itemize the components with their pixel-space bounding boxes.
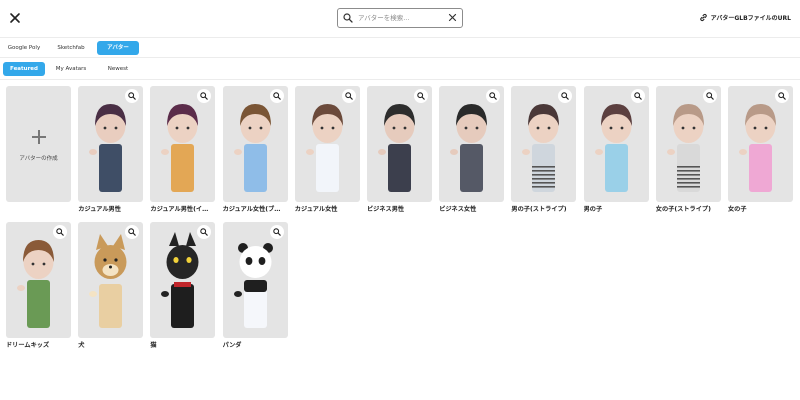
avatar-card[interactable]: カジュアル男性 bbox=[78, 86, 144, 213]
zoom-button[interactable] bbox=[53, 225, 67, 239]
plus-icon bbox=[32, 130, 46, 144]
zoom-icon bbox=[633, 92, 642, 100]
avatar-name: ビジネス女性 bbox=[439, 206, 477, 213]
zoom-icon bbox=[128, 92, 136, 100]
avatar-dog-icon bbox=[89, 234, 127, 328]
avatar-thumbnail[interactable] bbox=[222, 222, 288, 338]
zoom-button[interactable] bbox=[269, 89, 284, 103]
avatar-card[interactable]: カジュアル女性 bbox=[294, 86, 360, 213]
avatar-thumbnail[interactable] bbox=[367, 86, 432, 202]
avatar-card[interactable]: 猫 bbox=[150, 222, 216, 349]
tab-my-avatars[interactable]: My Avatars bbox=[50, 62, 92, 76]
zoom-icon bbox=[200, 92, 209, 100]
avatar-card[interactable]: 男の子 bbox=[583, 86, 649, 213]
glb-url-link[interactable]: アバターGLBファイルのURL bbox=[699, 13, 791, 22]
avatar-thumbnail[interactable] bbox=[583, 86, 649, 202]
top-bar: アバターGLBファイルのURL bbox=[0, 0, 800, 38]
avatar-name: 女の子(ストライプ) bbox=[655, 206, 711, 213]
avatar-thumbnail[interactable] bbox=[294, 86, 360, 202]
source-tabs: Google Poly Sketchfab アバター bbox=[0, 38, 800, 58]
avatar-card[interactable]: パンダ bbox=[222, 222, 288, 349]
avatar-card[interactable]: カジュアル女性(ブ… bbox=[222, 86, 288, 213]
avatar-name: 男の子(ストライプ) bbox=[511, 206, 567, 213]
avatar-thumbnail[interactable] bbox=[6, 222, 71, 338]
avatar-card[interactable]: ビジネス女性 bbox=[439, 86, 505, 213]
avatar-casual-female-blue-icon bbox=[233, 104, 271, 192]
create-avatar-button[interactable]: アバターの作成 bbox=[6, 86, 71, 202]
search-icon bbox=[343, 13, 353, 23]
avatar-name: ドリームキッズ bbox=[6, 342, 50, 349]
avatar-card[interactable]: 女の子 bbox=[728, 86, 793, 213]
create-avatar-label: アバターの作成 bbox=[19, 156, 58, 162]
zoom-icon bbox=[345, 92, 353, 100]
avatar-name: ビジネス男性 bbox=[367, 206, 405, 213]
zoom-icon bbox=[489, 92, 497, 100]
zoom-button[interactable] bbox=[630, 89, 645, 103]
avatar-card[interactable]: ビジネス男性 bbox=[367, 86, 432, 213]
avatar-thumbnail[interactable] bbox=[222, 86, 288, 202]
avatar-dream-kids-icon bbox=[17, 240, 54, 328]
zoom-icon bbox=[272, 228, 281, 236]
avatar-sub-tabs: Featured My Avatars Newest bbox=[0, 58, 800, 80]
avatar-card[interactable]: 女の子(ストライプ) bbox=[655, 86, 721, 213]
zoom-icon bbox=[272, 92, 281, 100]
avatar-card[interactable]: ドリームキッズ bbox=[6, 222, 71, 349]
avatar-girl-icon bbox=[739, 104, 776, 192]
avatar-name: 猫 bbox=[150, 342, 157, 349]
zoom-button[interactable] bbox=[269, 225, 284, 239]
link-icon bbox=[699, 13, 707, 22]
avatar-card[interactable]: 犬 bbox=[78, 222, 144, 349]
zoom-icon bbox=[56, 228, 64, 236]
avatar-card[interactable]: カジュアル男性(イ… bbox=[150, 86, 216, 213]
avatar-girl-stripe-icon bbox=[666, 104, 704, 192]
tab-avatars[interactable]: アバター bbox=[97, 41, 139, 55]
avatar-name: カジュアル女性(ブ… bbox=[222, 206, 281, 213]
zoom-icon bbox=[706, 92, 714, 100]
avatar-thumbnail[interactable] bbox=[150, 86, 216, 202]
avatar-casual-male-yellow-icon bbox=[161, 104, 199, 192]
avatar-business-male-icon bbox=[378, 104, 415, 192]
search-box[interactable] bbox=[337, 8, 463, 28]
avatar-boy-icon bbox=[594, 104, 632, 192]
avatar-panda-icon bbox=[233, 243, 273, 328]
zoom-icon bbox=[128, 228, 136, 236]
avatar-thumbnail[interactable] bbox=[511, 86, 577, 202]
zoom-icon bbox=[417, 92, 425, 100]
search-input[interactable] bbox=[358, 10, 446, 26]
avatar-name: カジュアル男性(イ… bbox=[150, 206, 209, 213]
tab-sketchfab[interactable]: Sketchfab bbox=[50, 41, 92, 55]
avatar-card[interactable]: 男の子(ストライプ) bbox=[511, 86, 577, 213]
glb-url-link-label: アバターGLBファイルのURL bbox=[710, 15, 791, 22]
avatar-thumbnail[interactable] bbox=[655, 86, 721, 202]
avatar-thumbnail[interactable] bbox=[78, 86, 144, 202]
avatar-name: カジュアル男性 bbox=[78, 206, 121, 213]
avatar-boy-stripe-icon bbox=[522, 104, 560, 192]
avatar-thumbnail[interactable] bbox=[439, 86, 505, 202]
avatar-thumbnail[interactable] bbox=[150, 222, 216, 338]
clear-search-icon[interactable] bbox=[448, 13, 457, 22]
avatar-thumbnail[interactable] bbox=[728, 86, 793, 202]
zoom-icon bbox=[200, 228, 209, 236]
create-avatar-card[interactable]: アバターの作成 bbox=[6, 86, 71, 202]
zoom-button[interactable] bbox=[414, 89, 428, 103]
tab-featured[interactable]: Featured bbox=[3, 62, 45, 76]
avatar-name: カジュアル女性 bbox=[294, 206, 338, 213]
zoom-button[interactable] bbox=[775, 89, 789, 103]
tab-google-poly[interactable]: Google Poly bbox=[3, 41, 45, 55]
tab-newest[interactable]: Newest bbox=[97, 62, 139, 76]
avatar-name: 男の子 bbox=[583, 206, 603, 213]
zoom-button[interactable] bbox=[341, 89, 356, 103]
avatar-name: 女の子 bbox=[728, 206, 747, 213]
close-icon[interactable] bbox=[8, 11, 22, 25]
avatar-name: 犬 bbox=[78, 342, 85, 349]
avatar-business-female-icon bbox=[450, 104, 488, 192]
zoom-icon bbox=[778, 92, 786, 100]
avatar-cat-icon bbox=[161, 232, 199, 328]
zoom-button[interactable] bbox=[702, 89, 717, 103]
avatar-name: パンダ bbox=[222, 342, 242, 349]
zoom-icon bbox=[561, 92, 570, 100]
avatar-thumbnail[interactable] bbox=[78, 222, 144, 338]
avatar-casual-male-icon bbox=[89, 104, 127, 192]
avatar-casual-female-icon bbox=[305, 104, 343, 192]
